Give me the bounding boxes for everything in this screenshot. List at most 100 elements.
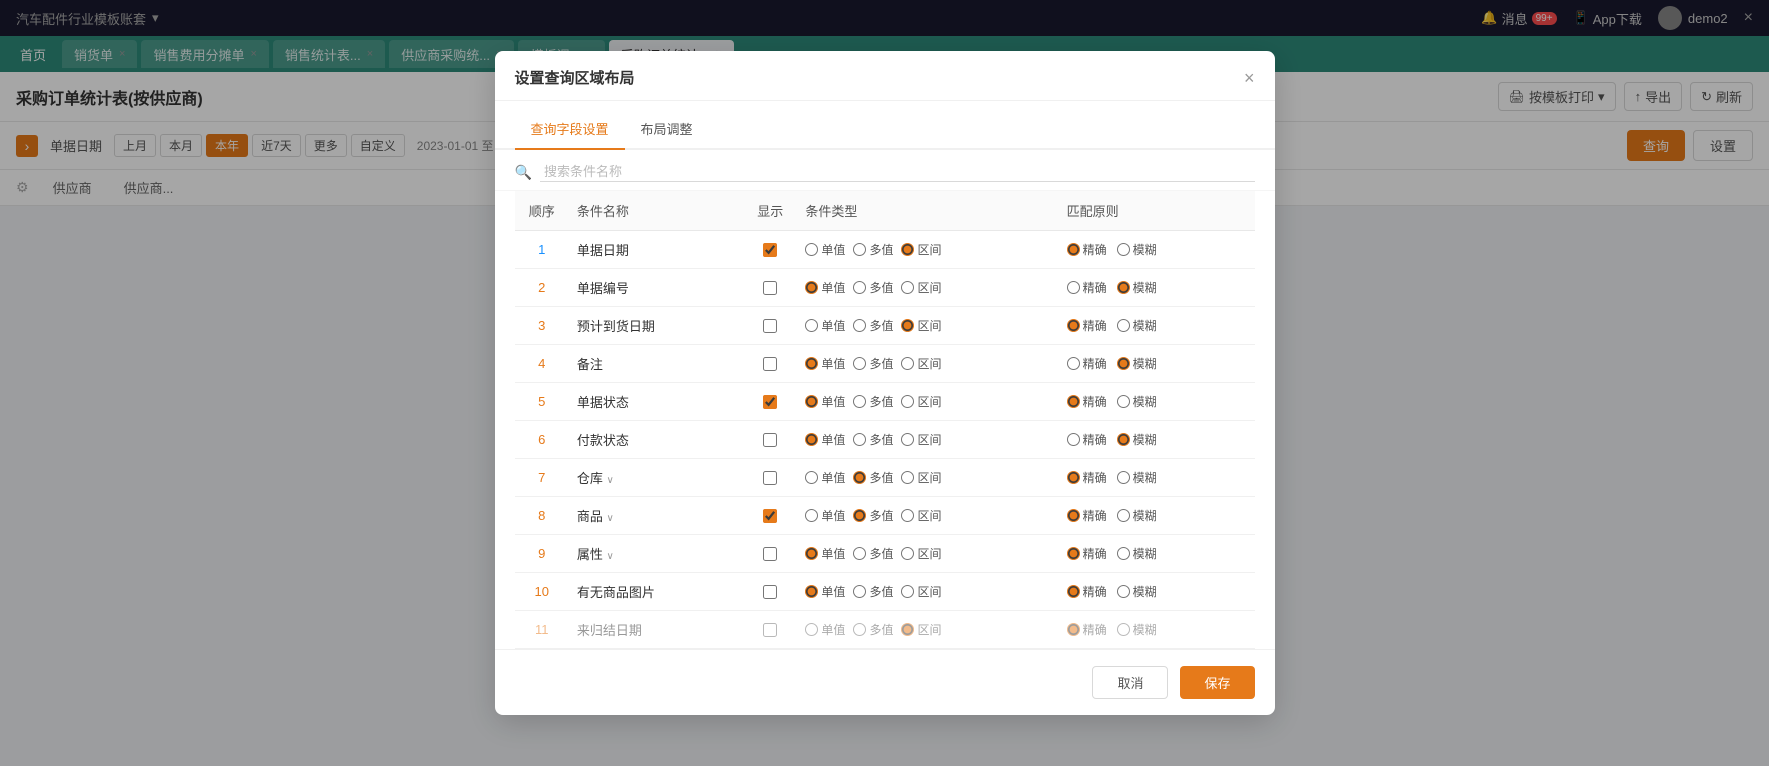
- type-radio[interactable]: [853, 585, 866, 598]
- match-radio[interactable]: [1117, 319, 1130, 332]
- type-radio[interactable]: [853, 623, 866, 636]
- match-radio-label[interactable]: 模糊: [1117, 621, 1157, 638]
- display-checkbox[interactable]: [763, 509, 777, 523]
- type-radio[interactable]: [805, 547, 818, 560]
- match-radio[interactable]: [1067, 319, 1080, 332]
- match-radio[interactable]: [1117, 585, 1130, 598]
- type-radio-label[interactable]: 单值: [805, 317, 845, 334]
- match-radio[interactable]: [1067, 281, 1080, 294]
- match-radio[interactable]: [1067, 623, 1080, 636]
- match-radio[interactable]: [1117, 433, 1130, 446]
- match-radio[interactable]: [1067, 243, 1080, 256]
- match-radio-label[interactable]: 精确: [1067, 393, 1107, 410]
- match-radio-label[interactable]: 精确: [1067, 545, 1107, 562]
- display-checkbox[interactable]: [763, 281, 777, 295]
- type-radio-label[interactable]: 多值: [853, 469, 893, 486]
- type-radio-label[interactable]: 多值: [853, 279, 893, 296]
- match-radio-label[interactable]: 模糊: [1117, 507, 1157, 524]
- type-radio-label[interactable]: 区间: [901, 545, 941, 562]
- match-radio-label[interactable]: 模糊: [1117, 545, 1157, 562]
- match-radio[interactable]: [1067, 547, 1080, 560]
- type-radio[interactable]: [805, 433, 818, 446]
- type-radio[interactable]: [853, 509, 866, 522]
- match-radio-label[interactable]: 精确: [1067, 317, 1107, 334]
- match-radio[interactable]: [1117, 471, 1130, 484]
- match-radio[interactable]: [1117, 243, 1130, 256]
- type-radio[interactable]: [805, 281, 818, 294]
- display-checkbox[interactable]: [763, 585, 777, 599]
- match-radio[interactable]: [1117, 509, 1130, 522]
- save-button[interactable]: 保存: [1180, 666, 1254, 699]
- type-radio-label[interactable]: 单值: [805, 507, 845, 524]
- match-radio[interactable]: [1117, 395, 1130, 408]
- type-radio-label[interactable]: 区间: [901, 241, 941, 258]
- type-radio[interactable]: [805, 471, 818, 484]
- display-checkbox[interactable]: [763, 433, 777, 447]
- type-radio-label[interactable]: 区间: [901, 279, 941, 296]
- type-radio[interactable]: [853, 547, 866, 560]
- type-radio[interactable]: [853, 357, 866, 370]
- match-radio[interactable]: [1067, 509, 1080, 522]
- tab-layout[interactable]: 布局调整: [625, 113, 709, 150]
- type-radio[interactable]: [805, 623, 818, 636]
- type-radio-label[interactable]: 多值: [853, 583, 893, 600]
- type-radio-label[interactable]: 区间: [901, 431, 941, 448]
- type-radio[interactable]: [901, 433, 914, 446]
- search-input[interactable]: [540, 162, 1255, 182]
- type-radio-label[interactable]: 单值: [805, 621, 845, 638]
- match-radio[interactable]: [1117, 547, 1130, 560]
- type-radio[interactable]: [901, 509, 914, 522]
- display-checkbox[interactable]: [763, 357, 777, 371]
- match-radio[interactable]: [1117, 623, 1130, 636]
- match-radio[interactable]: [1117, 281, 1130, 294]
- match-radio-label[interactable]: 精确: [1067, 469, 1107, 486]
- type-radio[interactable]: [901, 471, 914, 484]
- match-radio-label[interactable]: 模糊: [1117, 317, 1157, 334]
- match-radio[interactable]: [1067, 395, 1080, 408]
- display-checkbox[interactable]: [763, 547, 777, 561]
- type-radio[interactable]: [853, 243, 866, 256]
- type-radio-label[interactable]: 多值: [853, 241, 893, 258]
- match-radio-label[interactable]: 模糊: [1117, 469, 1157, 486]
- match-radio[interactable]: [1067, 471, 1080, 484]
- type-radio-label[interactable]: 多值: [853, 317, 893, 334]
- type-radio-label[interactable]: 区间: [901, 317, 941, 334]
- match-radio-label[interactable]: 模糊: [1117, 431, 1157, 448]
- type-radio[interactable]: [901, 357, 914, 370]
- match-radio-label[interactable]: 模糊: [1117, 241, 1157, 258]
- match-radio[interactable]: [1067, 433, 1080, 446]
- type-radio-label[interactable]: 单值: [805, 393, 845, 410]
- type-radio-label[interactable]: 单值: [805, 355, 845, 372]
- type-radio[interactable]: [853, 281, 866, 294]
- type-radio-label[interactable]: 多值: [853, 621, 893, 638]
- type-radio-label[interactable]: 多值: [853, 431, 893, 448]
- type-radio-label[interactable]: 区间: [901, 393, 941, 410]
- type-radio[interactable]: [901, 243, 914, 256]
- type-radio-label[interactable]: 多值: [853, 393, 893, 410]
- display-checkbox[interactable]: [763, 623, 777, 637]
- type-radio[interactable]: [805, 243, 818, 256]
- match-radio-label[interactable]: 精确: [1067, 431, 1107, 448]
- type-radio-label[interactable]: 区间: [901, 583, 941, 600]
- type-radio-label[interactable]: 多值: [853, 545, 893, 562]
- type-radio[interactable]: [901, 319, 914, 332]
- match-radio-label[interactable]: 模糊: [1117, 355, 1157, 372]
- type-radio[interactable]: [853, 319, 866, 332]
- type-radio[interactable]: [805, 319, 818, 332]
- match-radio[interactable]: [1067, 585, 1080, 598]
- display-checkbox[interactable]: [763, 395, 777, 409]
- type-radio-label[interactable]: 单值: [805, 583, 845, 600]
- display-checkbox[interactable]: [763, 319, 777, 333]
- dialog-close-button[interactable]: ×: [1244, 69, 1255, 87]
- match-radio-label[interactable]: 精确: [1067, 621, 1107, 638]
- type-radio[interactable]: [805, 395, 818, 408]
- type-radio-label[interactable]: 单值: [805, 279, 845, 296]
- match-radio-label[interactable]: 精确: [1067, 355, 1107, 372]
- type-radio-label[interactable]: 多值: [853, 507, 893, 524]
- type-radio[interactable]: [805, 509, 818, 522]
- match-radio-label[interactable]: 精确: [1067, 583, 1107, 600]
- type-radio[interactable]: [901, 395, 914, 408]
- type-radio[interactable]: [901, 281, 914, 294]
- tab-query-fields[interactable]: 查询字段设置: [515, 113, 625, 150]
- display-checkbox[interactable]: [763, 471, 777, 485]
